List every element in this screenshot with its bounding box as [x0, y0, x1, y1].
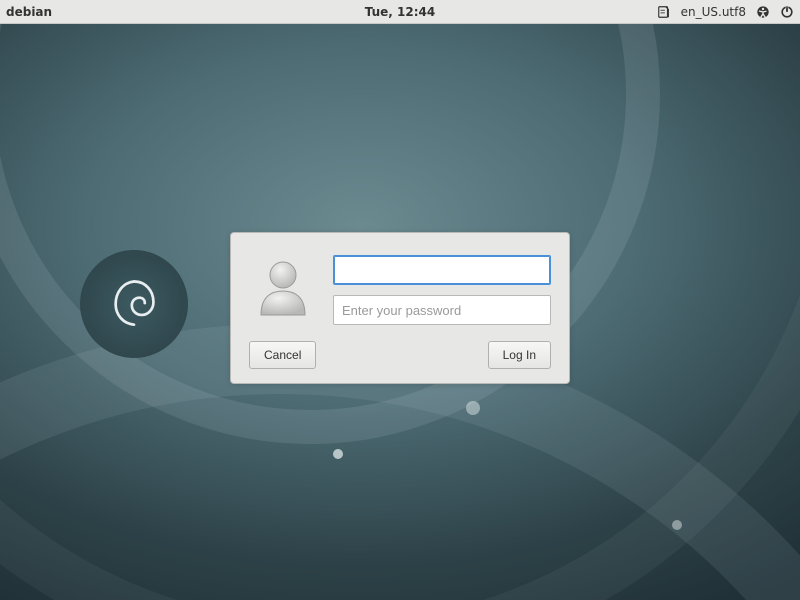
panel-right-group: en_US.utf8 [657, 5, 794, 19]
cancel-button[interactable]: Cancel [249, 341, 316, 369]
login-top-row [249, 253, 551, 325]
wallpaper-decor [672, 520, 682, 530]
wallpaper-decor [466, 401, 480, 415]
os-name-label: debian [6, 5, 52, 19]
top-panel: debian Tue, 12:44 en_US.utf8 [0, 0, 800, 24]
login-button[interactable]: Log In [488, 341, 551, 369]
locale-label[interactable]: en_US.utf8 [681, 5, 746, 19]
desktop-wallpaper: Cancel Log In [0, 24, 800, 600]
login-button-row: Cancel Log In [249, 341, 551, 369]
login-dialog: Cancel Log In [230, 232, 570, 384]
power-icon[interactable] [780, 5, 794, 19]
username-input[interactable] [333, 255, 551, 285]
login-fields [333, 253, 551, 325]
keyboard-layout-icon[interactable] [657, 5, 671, 19]
clock-label[interactable]: Tue, 12:44 [365, 5, 435, 19]
wallpaper-decor [333, 449, 343, 459]
os-logo-badge [80, 250, 188, 358]
debian-swirl-icon [107, 275, 161, 333]
password-input[interactable] [333, 295, 551, 325]
accessibility-icon[interactable] [756, 5, 770, 19]
user-avatar-icon [249, 253, 317, 321]
